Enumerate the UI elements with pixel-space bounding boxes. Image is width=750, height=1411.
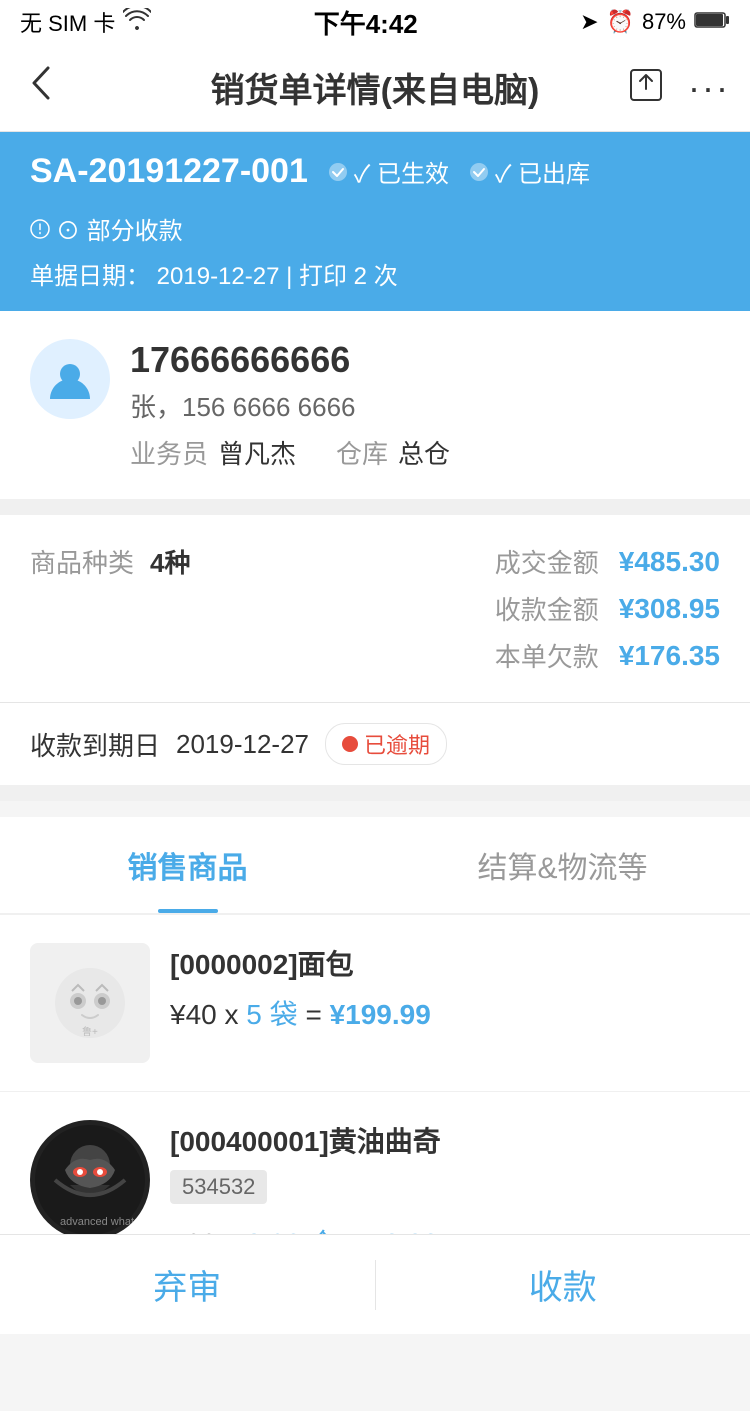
qty-1: 5 bbox=[246, 999, 262, 1030]
order-id-row: SA-20191227-001 ✓ 已生效 ✓ 已出库 ⊙ 部分收款 bbox=[30, 152, 720, 246]
product-details-1: [0000002]面包 ¥40 x 5 袋 = ¥199.99 bbox=[170, 943, 720, 1063]
section-divider-1 bbox=[0, 499, 750, 515]
due-date-value: 2019-12-27 bbox=[176, 729, 309, 760]
price-1: ¥40 bbox=[170, 999, 217, 1030]
salesperson-item: 业务员 曾凡杰 bbox=[130, 434, 296, 471]
total-1: ¥199.99 bbox=[330, 999, 431, 1030]
date-value: 2019-12-27 bbox=[157, 263, 280, 290]
salesperson-label: 业务员 bbox=[130, 434, 208, 471]
amount-value: ¥485.30 bbox=[619, 546, 720, 578]
customer-meta: 业务员 曾凡杰 仓库 总仓 bbox=[130, 434, 720, 471]
status-bar: 无 SIM 卡 下午4:42 ➤ ⏰ 87% bbox=[0, 0, 750, 44]
status-left: 无 SIM 卡 bbox=[20, 6, 151, 38]
due-date-label: 收款到期日 bbox=[30, 726, 160, 763]
received-label: 收款金额 bbox=[495, 590, 599, 627]
more-icon[interactable]: ··· bbox=[688, 67, 730, 109]
customer-section: 17666666666 张，156 6666 6666 业务员 曾凡杰 仓库 总… bbox=[0, 311, 750, 499]
tabs-container: 销售商品 结算&物流等 bbox=[0, 817, 750, 915]
location-icon: ➤ bbox=[580, 9, 598, 35]
received-row: 收款金额 ¥308.95 bbox=[495, 590, 720, 627]
product-tag-2: 534532 bbox=[170, 1170, 267, 1204]
amount-label: 成交金额 bbox=[495, 543, 599, 580]
status-shipped: ✓ 已出库 bbox=[469, 154, 590, 189]
customer-name-detail: 张，156 6666 6666 bbox=[130, 387, 720, 424]
customer-phone: 17666666666 bbox=[130, 339, 720, 381]
collect-payment-button[interactable]: 收款 bbox=[376, 1240, 750, 1329]
product-item: 鲁+ [0000002]面包 ¥40 x 5 袋 = ¥199.99 bbox=[0, 915, 750, 1092]
warehouse-item: 仓库 总仓 bbox=[336, 434, 450, 471]
order-date-row: 单据日期： 2019-12-27 | 打印 2 次 bbox=[30, 256, 720, 291]
sim-status: 无 SIM 卡 bbox=[20, 6, 115, 38]
stats-section: 商品种类 4种 成交金额 ¥485.30 收款金额 ¥308.95 本单欠款 ¥… bbox=[0, 515, 750, 702]
amounts: 成交金额 ¥485.30 收款金额 ¥308.95 本单欠款 ¥176.35 bbox=[495, 543, 720, 674]
bottom-bar: 弃审 收款 bbox=[0, 1234, 750, 1334]
amount-row: 成交金额 ¥485.30 bbox=[495, 543, 720, 580]
time-display: 下午4:42 bbox=[314, 4, 418, 41]
section-divider-2 bbox=[0, 785, 750, 801]
product-thumbnail-2: advanced whata bbox=[30, 1120, 150, 1240]
page-title: 销货单详情(来自电脑) bbox=[211, 63, 540, 112]
abandon-review-button[interactable]: 弃审 bbox=[0, 1240, 375, 1329]
status-partial: ⊙ 部分收款 bbox=[30, 211, 183, 246]
wifi-icon bbox=[123, 8, 151, 36]
battery-level: 87% bbox=[642, 9, 686, 35]
order-header: SA-20191227-001 ✓ 已生效 ✓ 已出库 ⊙ 部分收款 单据日期：… bbox=[0, 132, 750, 311]
debt-value: ¥176.35 bbox=[619, 640, 720, 672]
warehouse-value: 总仓 bbox=[398, 434, 450, 471]
product-name-1: [0000002]面包 bbox=[170, 943, 720, 983]
nav-bar: 销货单详情(来自电脑) ··· bbox=[0, 44, 750, 132]
product-name-2: [000400001]黄油曲奇 bbox=[170, 1120, 720, 1160]
print-count: | 打印 2 次 bbox=[286, 263, 398, 290]
tab-sales-products[interactable]: 销售商品 bbox=[0, 817, 375, 913]
alarm-icon: ⏰ bbox=[607, 9, 634, 35]
share-icon[interactable] bbox=[628, 67, 664, 108]
type-value: 4种 bbox=[150, 543, 190, 580]
nav-actions: ··· bbox=[628, 67, 730, 109]
status-right: ➤ ⏰ 87% bbox=[580, 9, 730, 35]
overdue-badge: 已逾期 bbox=[325, 723, 447, 765]
type-label: 商品种类 bbox=[30, 543, 134, 580]
avatar bbox=[30, 339, 110, 419]
order-id: SA-20191227-001 bbox=[30, 152, 308, 191]
warehouse-label: 仓库 bbox=[336, 434, 388, 471]
debt-label: 本单欠款 bbox=[495, 637, 599, 674]
debt-row: 本单欠款 ¥176.35 bbox=[495, 637, 720, 674]
salesperson-value: 曾凡杰 bbox=[218, 434, 296, 471]
unit-1: 袋 bbox=[270, 999, 298, 1030]
received-value: ¥308.95 bbox=[619, 593, 720, 625]
product-price-1: ¥40 x 5 袋 = ¥199.99 bbox=[170, 993, 720, 1033]
product-count: 商品种类 4种 bbox=[30, 543, 190, 580]
date-label: 单据日期： bbox=[30, 263, 150, 290]
due-date-section: 收款到期日 2019-12-27 已逾期 bbox=[0, 703, 750, 785]
product-thumbnail-1: 鲁+ bbox=[30, 943, 150, 1063]
customer-info: 17666666666 张，156 6666 6666 业务员 曾凡杰 仓库 总… bbox=[130, 339, 720, 471]
svg-text:鲁+: 鲁+ bbox=[82, 1025, 98, 1038]
overdue-text: 已逾期 bbox=[364, 728, 430, 760]
tab-settlement[interactable]: 结算&物流等 bbox=[375, 817, 750, 913]
status-effective: ✓ 已生效 bbox=[328, 154, 449, 189]
overdue-dot-icon bbox=[342, 736, 358, 752]
battery-icon bbox=[694, 9, 730, 35]
svg-text:advanced whata: advanced whata bbox=[60, 1216, 141, 1228]
back-button[interactable] bbox=[20, 55, 62, 120]
